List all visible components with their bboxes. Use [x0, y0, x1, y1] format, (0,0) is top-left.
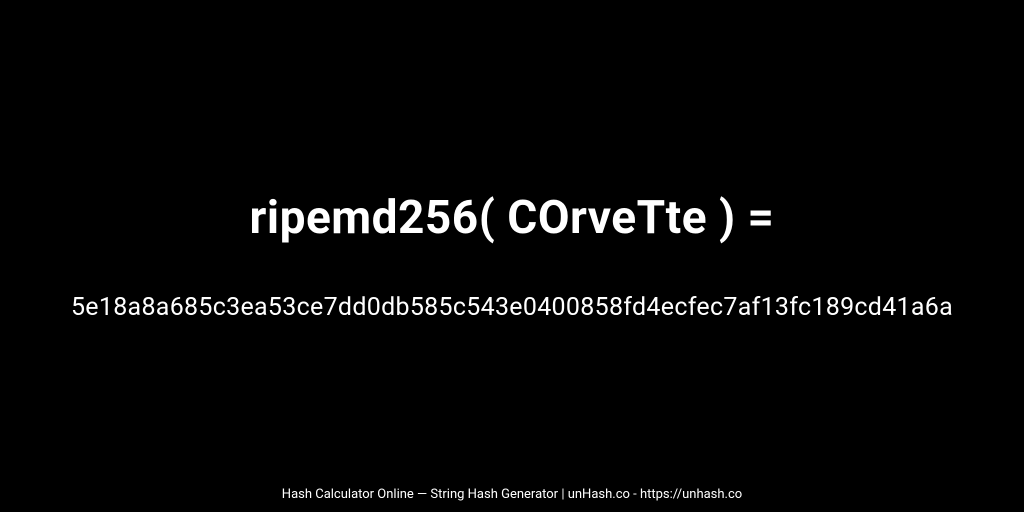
hash-output: 5e18a8a685c3ea53ce7dd0db585c543e0400858f…: [71, 293, 953, 322]
footer-link[interactable]: https://unhash.co: [640, 487, 742, 502]
footer: Hash Calculator Online — String Hash Gen…: [0, 487, 1024, 502]
hash-expression: ripemd256( COrveTte ) =: [250, 191, 775, 245]
main-content: ripemd256( COrveTte ) = 5e18a8a685c3ea53…: [0, 0, 1024, 512]
footer-text: Hash Calculator Online — String Hash Gen…: [282, 487, 640, 502]
